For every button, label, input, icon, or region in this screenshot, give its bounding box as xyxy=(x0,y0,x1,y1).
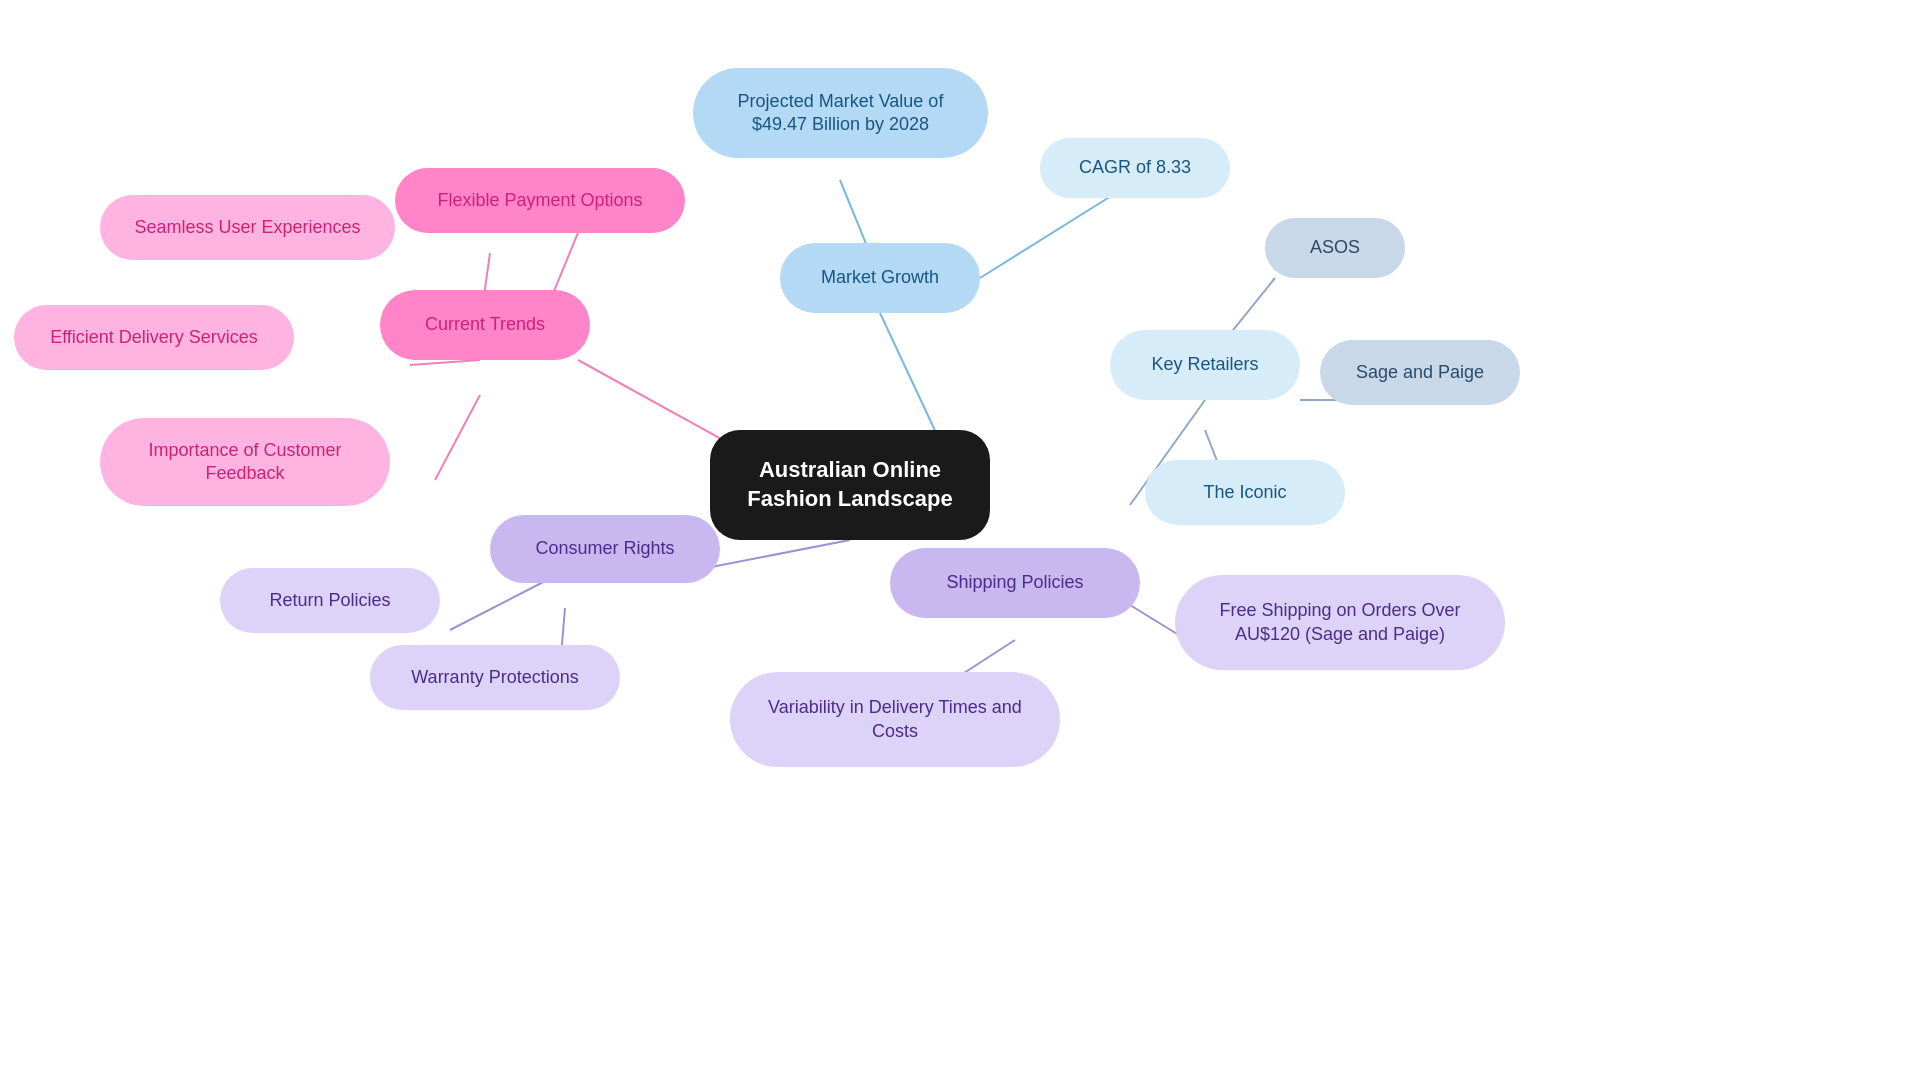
warranty-node: Warranty Protections xyxy=(370,645,620,710)
return-policies-node: Return Policies xyxy=(220,568,440,633)
current-trends-node: Current Trends xyxy=(380,290,590,360)
market-growth-node: Market Growth xyxy=(780,243,980,313)
consumer-rights-node: Consumer Rights xyxy=(490,515,720,583)
projected-market-node: Projected Market Value of $49.47 Billion… xyxy=(693,68,988,158)
svg-line-11 xyxy=(435,395,480,480)
svg-line-13 xyxy=(450,576,555,630)
flexible-payment-node: Flexible Payment Options xyxy=(395,168,685,233)
seamless-ux-node: Seamless User Experiences xyxy=(100,195,395,260)
free-shipping-node: Free Shipping on Orders Over AU$120 (Sag… xyxy=(1175,575,1505,670)
center-node: Australian Online Fashion Landscape xyxy=(710,430,990,540)
key-retailers-node: Key Retailers xyxy=(1110,330,1300,400)
the-iconic-node: The Iconic xyxy=(1145,460,1345,525)
customer-feedback-node: Importance of Customer Feedback xyxy=(100,418,390,506)
variability-node: Variability in Delivery Times and Costs xyxy=(730,672,1060,767)
efficient-delivery-node: Efficient Delivery Services xyxy=(14,305,294,370)
asos-node: ASOS xyxy=(1265,218,1405,278)
svg-line-10 xyxy=(410,360,480,365)
shipping-policies-node: Shipping Policies xyxy=(890,548,1140,618)
sage-paige-node: Sage and Paige xyxy=(1320,340,1520,405)
cagr-node: CAGR of 8.33 xyxy=(1040,138,1230,198)
